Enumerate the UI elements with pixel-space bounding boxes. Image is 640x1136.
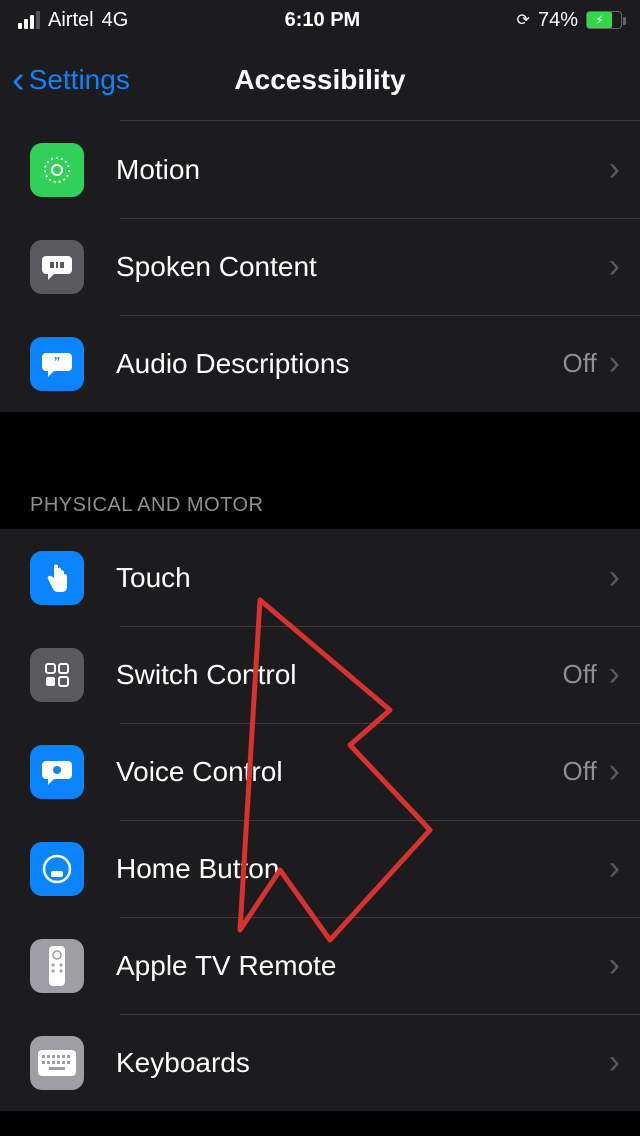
row-label: Apple TV Remote xyxy=(116,950,609,982)
chevron-right-icon: › xyxy=(609,655,620,694)
keyboard-icon xyxy=(30,1036,84,1090)
row-keyboards[interactable]: Keyboards › xyxy=(0,1014,640,1111)
battery-percent: 74% xyxy=(538,9,578,32)
section-header-physical-motor: PHYSICAL AND MOTOR xyxy=(0,486,640,529)
network-label: 4G xyxy=(102,9,129,32)
svg-text:”: ” xyxy=(54,354,61,369)
row-apple-tv-remote[interactable]: Apple TV Remote › xyxy=(0,917,640,1014)
chevron-left-icon: ‹ xyxy=(12,61,25,99)
row-label: Switch Control xyxy=(116,659,562,691)
grid-icon xyxy=(30,648,84,702)
chevron-right-icon: › xyxy=(609,247,620,286)
speech-bubble-icon xyxy=(30,240,84,294)
quote-bubble-icon: ” xyxy=(30,337,84,391)
status-bar: Airtel 4G 6:10 PM ⟳ 74% ⚡︎ xyxy=(0,0,640,40)
chevron-right-icon: › xyxy=(609,150,620,189)
rotation-lock-icon: ⟳ xyxy=(517,10,530,30)
row-audio-descriptions[interactable]: ” Audio Descriptions Off › xyxy=(0,315,640,412)
touch-icon xyxy=(30,551,84,605)
row-label: Home Button xyxy=(116,853,609,885)
row-label: Motion xyxy=(116,154,609,186)
chevron-right-icon: › xyxy=(609,752,620,791)
remote-icon xyxy=(30,939,84,993)
back-label: Settings xyxy=(29,64,130,96)
chevron-right-icon: › xyxy=(609,344,620,383)
signal-icon xyxy=(18,11,40,29)
home-button-icon xyxy=(30,842,84,896)
row-switch-control[interactable]: Switch Control Off › xyxy=(0,626,640,723)
row-label: Voice Control xyxy=(116,756,562,788)
row-label: Audio Descriptions xyxy=(116,348,562,380)
row-label: Spoken Content xyxy=(116,251,609,283)
motion-icon xyxy=(30,143,84,197)
row-home-button[interactable]: Home Button › xyxy=(0,820,640,917)
chevron-right-icon: › xyxy=(609,946,620,985)
battery-icon: ⚡︎ xyxy=(586,11,622,29)
voice-icon xyxy=(30,745,84,799)
page-title: Accessibility xyxy=(234,64,405,96)
clock: 6:10 PM xyxy=(285,9,361,32)
carrier-label: Airtel xyxy=(48,9,94,32)
row-label: Keyboards xyxy=(116,1047,609,1079)
chevron-right-icon: › xyxy=(609,558,620,597)
row-motion[interactable]: Motion › xyxy=(0,121,640,218)
back-button[interactable]: ‹ Settings xyxy=(12,61,130,99)
row-voice-control[interactable]: Voice Control Off › xyxy=(0,723,640,820)
nav-header: ‹ Settings Accessibility xyxy=(0,40,640,120)
row-value: Off xyxy=(562,756,596,787)
chevron-right-icon: › xyxy=(609,849,620,888)
row-touch[interactable]: Touch › xyxy=(0,529,640,626)
row-label: Touch xyxy=(116,562,609,594)
row-spoken-content[interactable]: Spoken Content › xyxy=(0,218,640,315)
row-value: Off xyxy=(562,348,596,379)
row-value: Off xyxy=(562,659,596,690)
chevron-right-icon: › xyxy=(609,1043,620,1082)
